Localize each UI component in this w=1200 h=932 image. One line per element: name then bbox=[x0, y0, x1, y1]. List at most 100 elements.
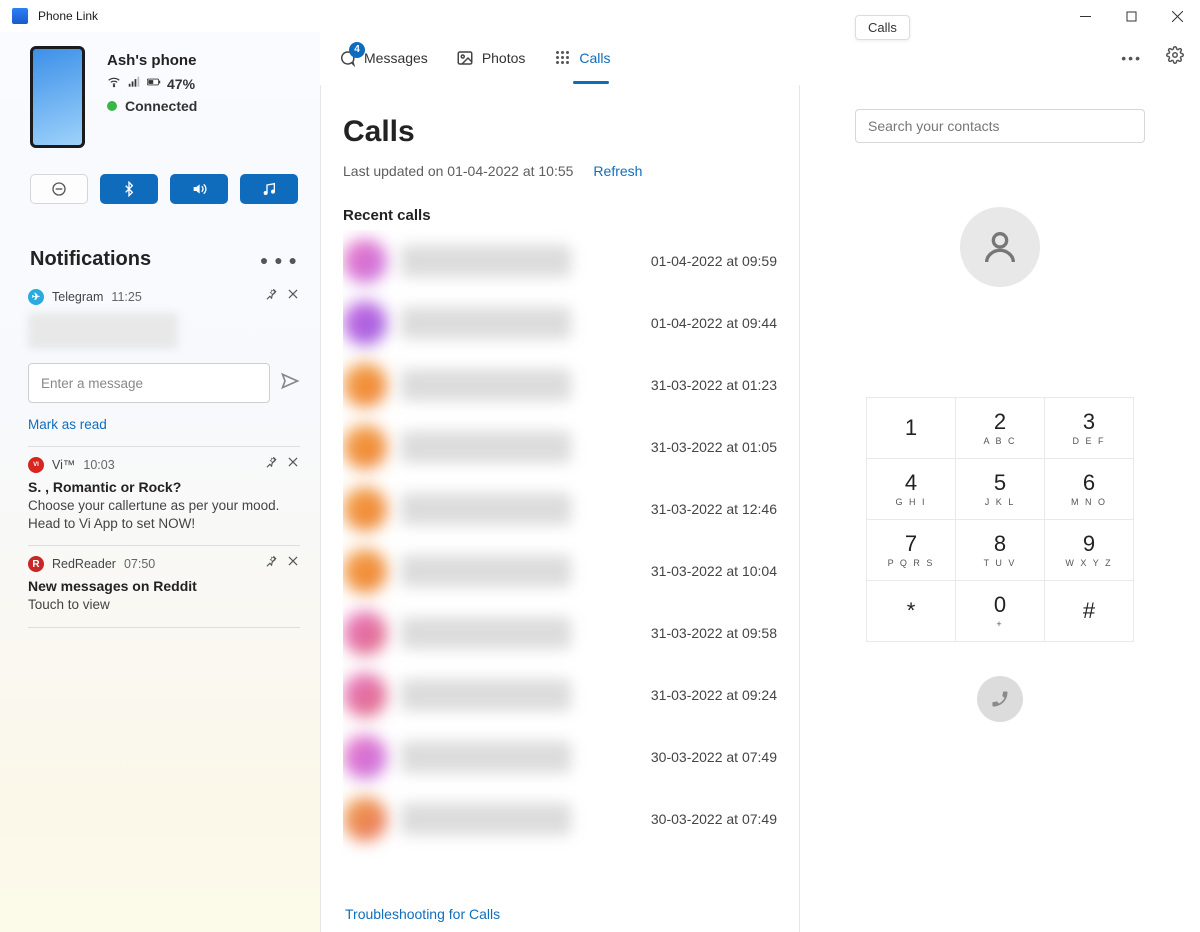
last-updated: Last updated on 01-04-2022 at 10:55 bbox=[343, 163, 573, 179]
dnd-button[interactable] bbox=[30, 174, 88, 204]
notification-body: Choose your callertune as per your mood.… bbox=[28, 497, 300, 533]
notification-app-icon: R bbox=[28, 556, 44, 572]
pin-button[interactable] bbox=[264, 554, 278, 571]
dial-key-0[interactable]: 0+ bbox=[956, 581, 1044, 641]
phone-name: Ash's phone bbox=[107, 52, 197, 69]
call-row[interactable]: 30-03-2022 at 07:49 bbox=[343, 726, 777, 788]
call-contact-redacted bbox=[401, 369, 571, 401]
pin-button[interactable] bbox=[264, 287, 278, 304]
dial-key-7[interactable]: 7P Q R S bbox=[867, 520, 955, 580]
mark-as-read-link[interactable]: Mark as read bbox=[28, 417, 107, 432]
call-timestamp: 30-03-2022 at 07:49 bbox=[651, 749, 777, 765]
notification-item[interactable]: R RedReader 07:50 New messages on Reddit… bbox=[28, 546, 300, 627]
call-timestamp: 30-03-2022 at 07:49 bbox=[651, 811, 777, 827]
dial-call-button[interactable] bbox=[977, 676, 1023, 722]
call-contact-redacted bbox=[401, 431, 571, 463]
tab-messages[interactable]: 4 Messages bbox=[338, 32, 428, 84]
notification-time: 10:03 bbox=[83, 458, 114, 472]
dial-key-number: 9 bbox=[1083, 532, 1095, 556]
tab-calls[interactable]: Calls bbox=[553, 32, 610, 84]
send-reply-button[interactable] bbox=[280, 371, 300, 396]
connection-dot-icon bbox=[107, 101, 117, 111]
troubleshoot-link[interactable]: Troubleshooting for Calls bbox=[343, 896, 777, 926]
call-timestamp: 31-03-2022 at 09:58 bbox=[651, 625, 777, 641]
dial-key-number: 4 bbox=[905, 471, 917, 495]
dial-key-6[interactable]: 6M N O bbox=[1045, 459, 1133, 519]
wifi-icon bbox=[107, 75, 121, 92]
dial-key-4[interactable]: 4G H I bbox=[867, 459, 955, 519]
dial-key-#[interactable]: # bbox=[1045, 581, 1133, 641]
call-row[interactable]: 01-04-2022 at 09:59 bbox=[343, 230, 777, 292]
dial-key-2[interactable]: 2A B C bbox=[956, 398, 1044, 458]
contacts-search-input[interactable] bbox=[855, 109, 1145, 143]
tabs-bar: Calls 4 Messages Photos Calls bbox=[320, 32, 1200, 84]
battery-icon bbox=[147, 75, 161, 92]
call-contact-redacted bbox=[401, 679, 571, 711]
call-row[interactable]: 31-03-2022 at 12:46 bbox=[343, 478, 777, 540]
dial-key-3[interactable]: 3D E F bbox=[1045, 398, 1133, 458]
tab-photos-label: Photos bbox=[482, 50, 526, 66]
notification-content-redacted bbox=[28, 313, 178, 349]
call-timestamp: 31-03-2022 at 01:23 bbox=[651, 377, 777, 393]
dial-key-1[interactable]: 1 bbox=[867, 398, 955, 458]
settings-button[interactable] bbox=[1166, 46, 1184, 69]
dismiss-button[interactable] bbox=[286, 554, 300, 571]
music-button[interactable] bbox=[240, 174, 298, 204]
call-avatar bbox=[343, 735, 387, 779]
call-timestamp: 31-03-2022 at 01:05 bbox=[651, 439, 777, 455]
phone-preview-icon bbox=[30, 46, 85, 148]
notification-item[interactable]: VI Vi™ 10:03 S. , Romantic or Rock? Choo… bbox=[28, 447, 300, 546]
reply-input[interactable] bbox=[28, 363, 270, 403]
call-row[interactable]: 01-04-2022 at 09:44 bbox=[343, 292, 777, 354]
pin-button[interactable] bbox=[264, 455, 278, 472]
maximize-button[interactable] bbox=[1108, 0, 1154, 32]
notifications-list: ✈ Telegram 11:25 Mark as read VI Vi™ 10:… bbox=[0, 279, 320, 932]
call-avatar bbox=[343, 797, 387, 841]
notification-item[interactable]: ✈ Telegram 11:25 Mark as read bbox=[28, 279, 300, 447]
notification-app-name: RedReader bbox=[52, 557, 116, 571]
calls-heading: Calls bbox=[343, 115, 777, 149]
dialer-pane: 1 2A B C3D E F 4G H I5J K L6M N O 7P Q R S8… bbox=[800, 85, 1200, 932]
call-row[interactable]: 30-03-2022 at 07:49 bbox=[343, 788, 777, 850]
call-contact-redacted bbox=[401, 555, 571, 587]
refresh-link[interactable]: Refresh bbox=[593, 163, 642, 179]
call-contact-redacted bbox=[401, 617, 571, 649]
call-contact-redacted bbox=[401, 803, 571, 835]
notifications-heading: Notifications bbox=[30, 248, 151, 271]
dial-keypad: 1 2A B C3D E F 4G H I5J K L6M N O 7P Q R S8… bbox=[866, 397, 1134, 642]
dial-key-*[interactable]: * bbox=[867, 581, 955, 641]
recent-calls-heading: Recent calls bbox=[343, 207, 777, 224]
call-row[interactable]: 31-03-2022 at 09:58 bbox=[343, 602, 777, 664]
calls-tooltip: Calls bbox=[855, 15, 910, 40]
call-row[interactable]: 31-03-2022 at 01:23 bbox=[343, 354, 777, 416]
calls-icon bbox=[553, 49, 571, 67]
minimize-button[interactable] bbox=[1062, 0, 1108, 32]
dial-key-9[interactable]: 9W X Y Z bbox=[1045, 520, 1133, 580]
dial-key-letters: T U V bbox=[984, 558, 1017, 568]
tab-photos[interactable]: Photos bbox=[456, 32, 526, 84]
call-timestamp: 01-04-2022 at 09:59 bbox=[651, 253, 777, 269]
bluetooth-button[interactable] bbox=[100, 174, 158, 204]
dial-key-number: 1 bbox=[905, 416, 917, 440]
dismiss-button[interactable] bbox=[286, 287, 300, 304]
notifications-more-button[interactable]: ● ● ● bbox=[260, 252, 298, 268]
dial-key-number: 6 bbox=[1083, 471, 1095, 495]
tab-messages-label: Messages bbox=[364, 50, 428, 66]
dismiss-button[interactable] bbox=[286, 455, 300, 472]
dial-key-8[interactable]: 8T U V bbox=[956, 520, 1044, 580]
close-button[interactable] bbox=[1154, 0, 1200, 32]
call-avatar bbox=[343, 611, 387, 655]
dial-key-5[interactable]: 5J K L bbox=[956, 459, 1044, 519]
notification-app-icon: VI bbox=[28, 457, 44, 473]
volume-button[interactable] bbox=[170, 174, 228, 204]
call-avatar bbox=[343, 487, 387, 531]
call-row[interactable]: 31-03-2022 at 09:24 bbox=[343, 664, 777, 726]
call-avatar bbox=[343, 239, 387, 283]
call-timestamp: 31-03-2022 at 12:46 bbox=[651, 501, 777, 517]
phone-status: 47% bbox=[107, 75, 197, 92]
call-row[interactable]: 31-03-2022 at 10:04 bbox=[343, 540, 777, 602]
more-button[interactable]: ••• bbox=[1121, 50, 1142, 66]
dial-key-number: 7 bbox=[905, 532, 917, 556]
call-row[interactable]: 31-03-2022 at 01:05 bbox=[343, 416, 777, 478]
tab-calls-label: Calls bbox=[579, 50, 610, 66]
